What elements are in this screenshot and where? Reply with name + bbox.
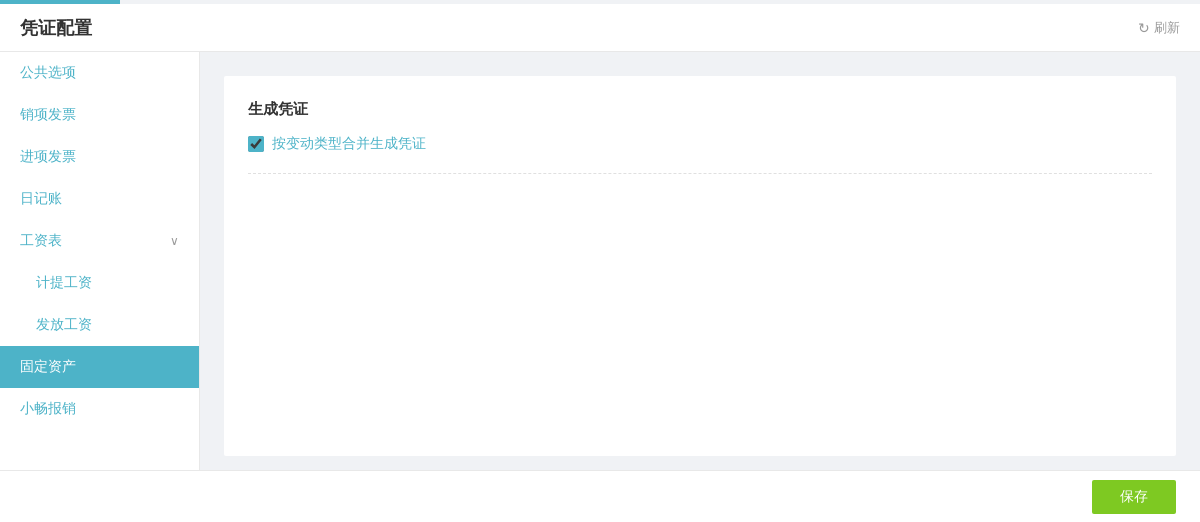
sidebar-item-label: 小畅报销 xyxy=(20,400,76,418)
content-area: 生成凭证 按变动类型合并生成凭证 xyxy=(200,52,1200,470)
sidebar-item-label: 发放工资 xyxy=(36,316,92,334)
sidebar-item-label: 进项发票 xyxy=(20,148,76,166)
sidebar-item-sales-invoice[interactable]: 销项发票 xyxy=(0,94,199,136)
sidebar-item-payroll[interactable]: 工资表 ∨ xyxy=(0,220,199,262)
merge-checkbox[interactable] xyxy=(248,136,264,152)
sidebar-item-fixed-assets[interactable]: 固定资产 xyxy=(0,346,199,388)
save-button[interactable]: 保存 xyxy=(1092,480,1176,514)
checkbox-row: 按变动类型合并生成凭证 xyxy=(248,135,1152,153)
content-card: 生成凭证 按变动类型合并生成凭证 xyxy=(224,76,1176,456)
sidebar-item-pay-salary[interactable]: 发放工资 xyxy=(0,304,199,346)
sidebar-item-journal[interactable]: 日记账 xyxy=(0,178,199,220)
refresh-button[interactable]: ↻ 刷新 xyxy=(1138,19,1180,37)
page-header: 凭证配置 ↻ 刷新 xyxy=(0,4,1200,52)
chevron-down-icon: ∨ xyxy=(170,234,179,248)
sidebar-item-purchase-invoice[interactable]: 进项发票 xyxy=(0,136,199,178)
page-title: 凭证配置 xyxy=(20,16,92,40)
sidebar-item-public-options[interactable]: 公共选项 xyxy=(0,52,199,94)
sidebar-item-label: 固定资产 xyxy=(20,358,76,376)
merge-checkbox-label[interactable]: 按变动类型合并生成凭证 xyxy=(272,135,426,153)
sidebar-item-label: 计提工资 xyxy=(36,274,92,292)
sidebar-item-label: 销项发票 xyxy=(20,106,76,124)
refresh-label: 刷新 xyxy=(1154,19,1180,37)
main-layout: 公共选项销项发票进项发票日记账工资表 ∨ 计提工资发放工资固定资产小畅报销 生成凭证… xyxy=(0,52,1200,470)
refresh-icon: ↻ xyxy=(1138,20,1150,36)
section-divider xyxy=(248,173,1152,174)
sidebar-item-label: 公共选项 xyxy=(20,64,76,82)
sidebar-item-accrual-salary[interactable]: 计提工资 xyxy=(0,262,199,304)
page-footer: 保存 xyxy=(0,470,1200,522)
sidebar-item-label: 日记账 xyxy=(20,190,62,208)
sidebar-item-expense-report[interactable]: 小畅报销 xyxy=(0,388,199,430)
sidebar-item-label: 工资表 xyxy=(20,232,62,250)
section-title: 生成凭证 xyxy=(248,100,1152,119)
sidebar: 公共选项销项发票进项发票日记账工资表 ∨ 计提工资发放工资固定资产小畅报销 xyxy=(0,52,200,470)
